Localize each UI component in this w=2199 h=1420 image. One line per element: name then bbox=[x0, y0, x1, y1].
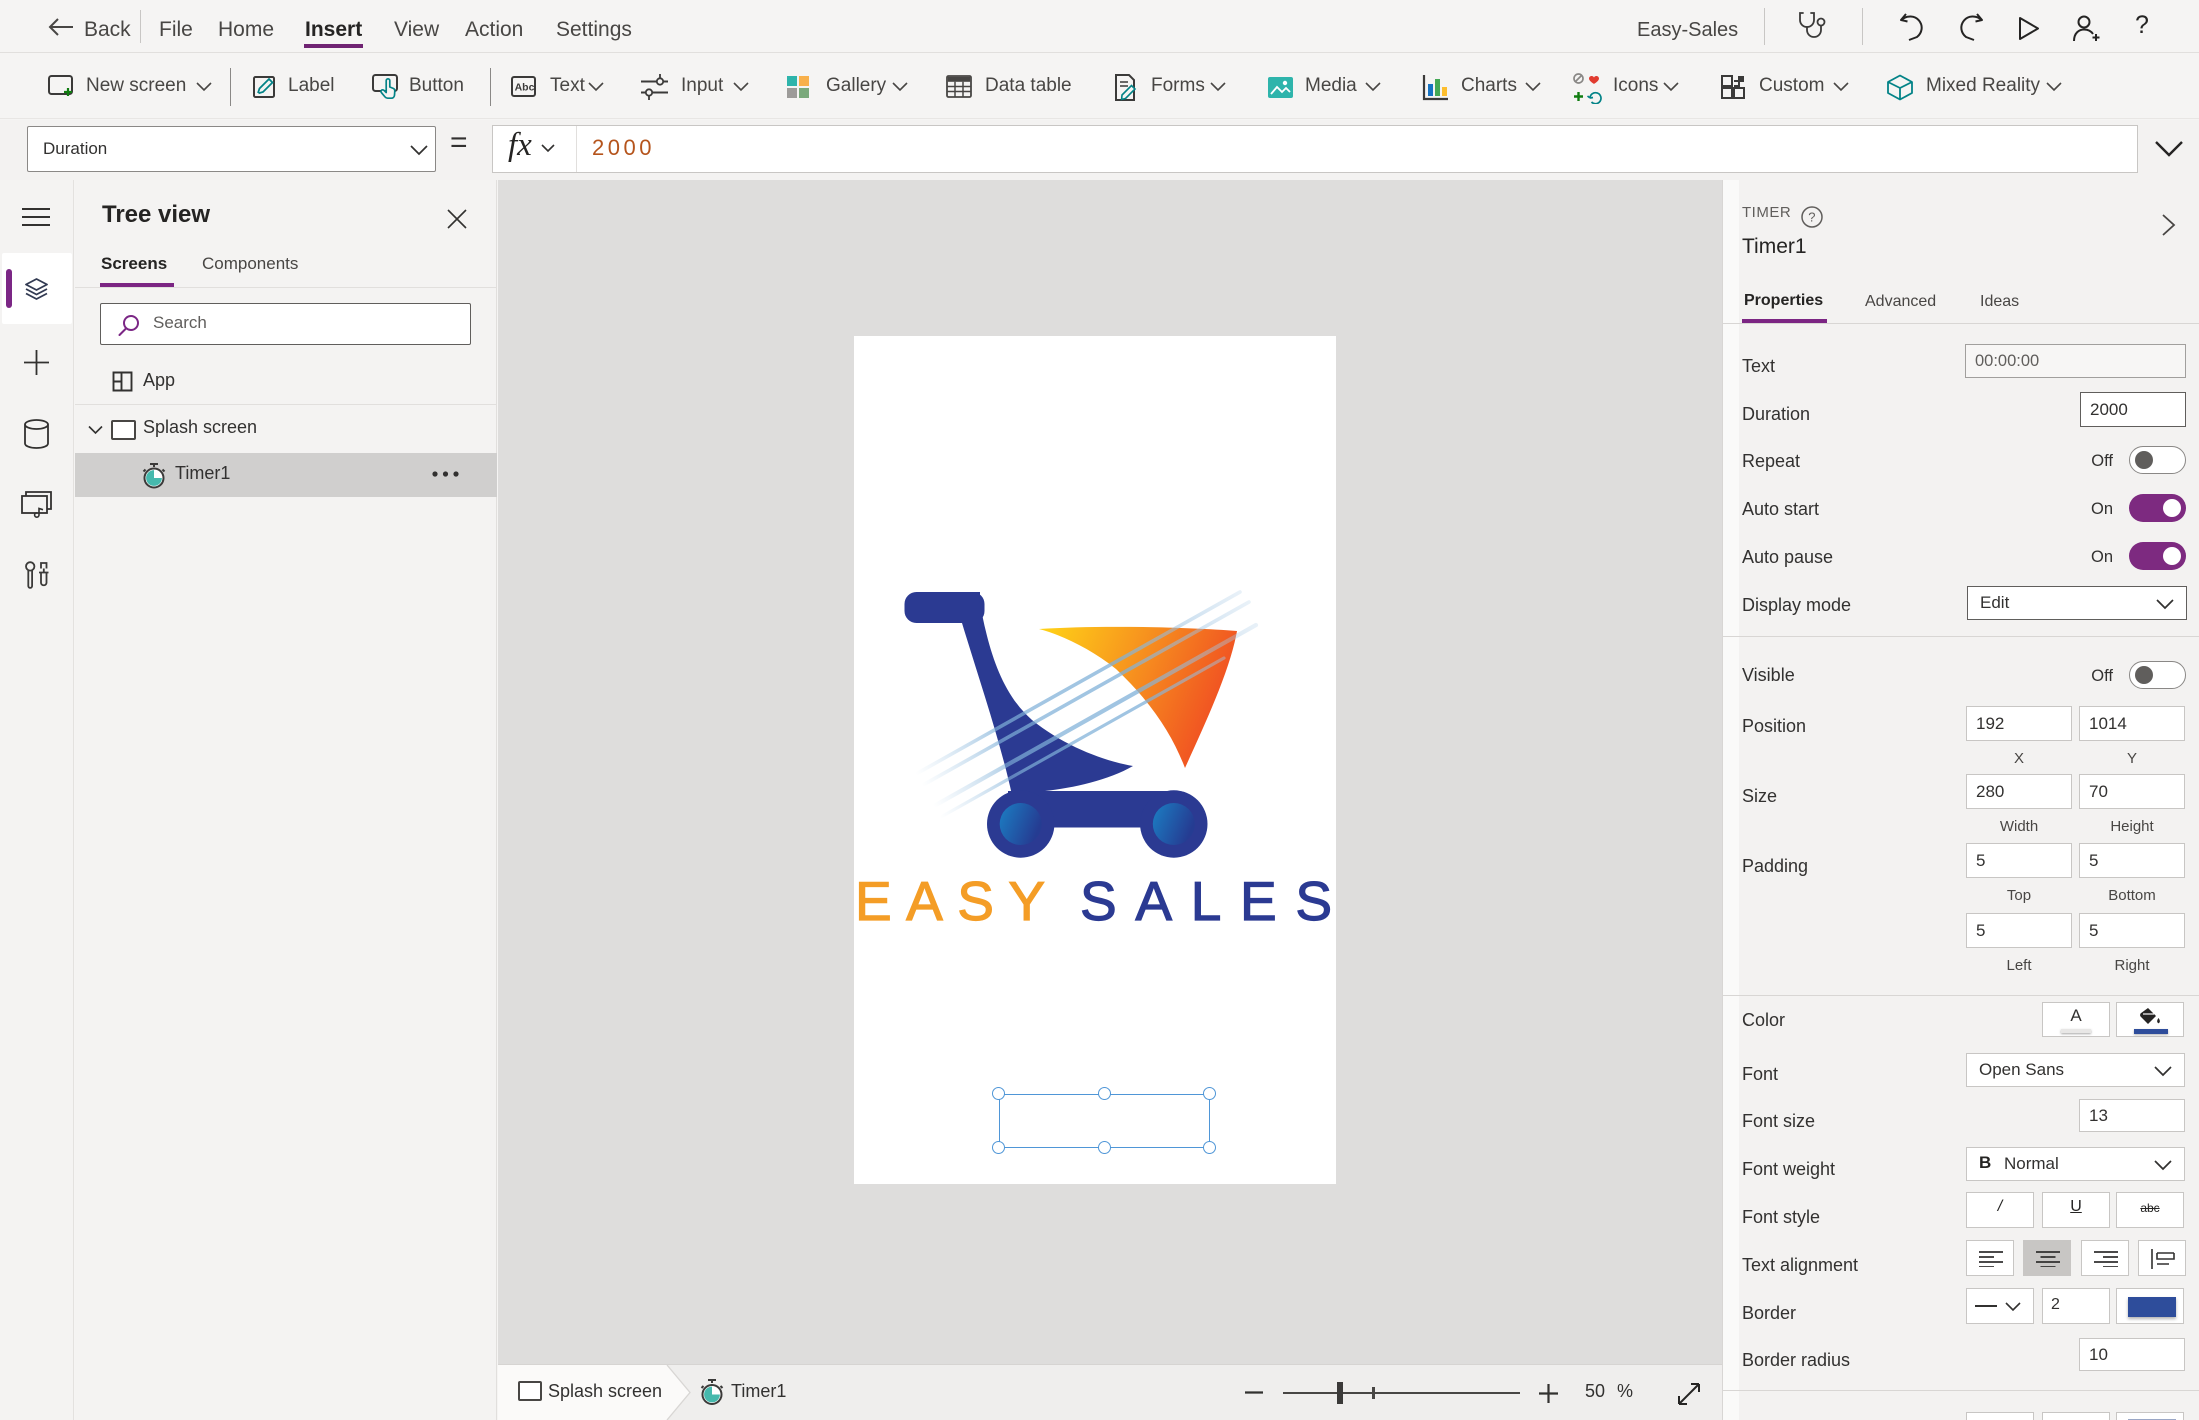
svg-text:?: ? bbox=[1808, 210, 1815, 225]
svg-text:Abc: Abc bbox=[515, 82, 535, 94]
svg-text:EASY: EASY bbox=[855, 870, 1045, 932]
svg-text:SALES: SALES bbox=[1080, 870, 1332, 932]
